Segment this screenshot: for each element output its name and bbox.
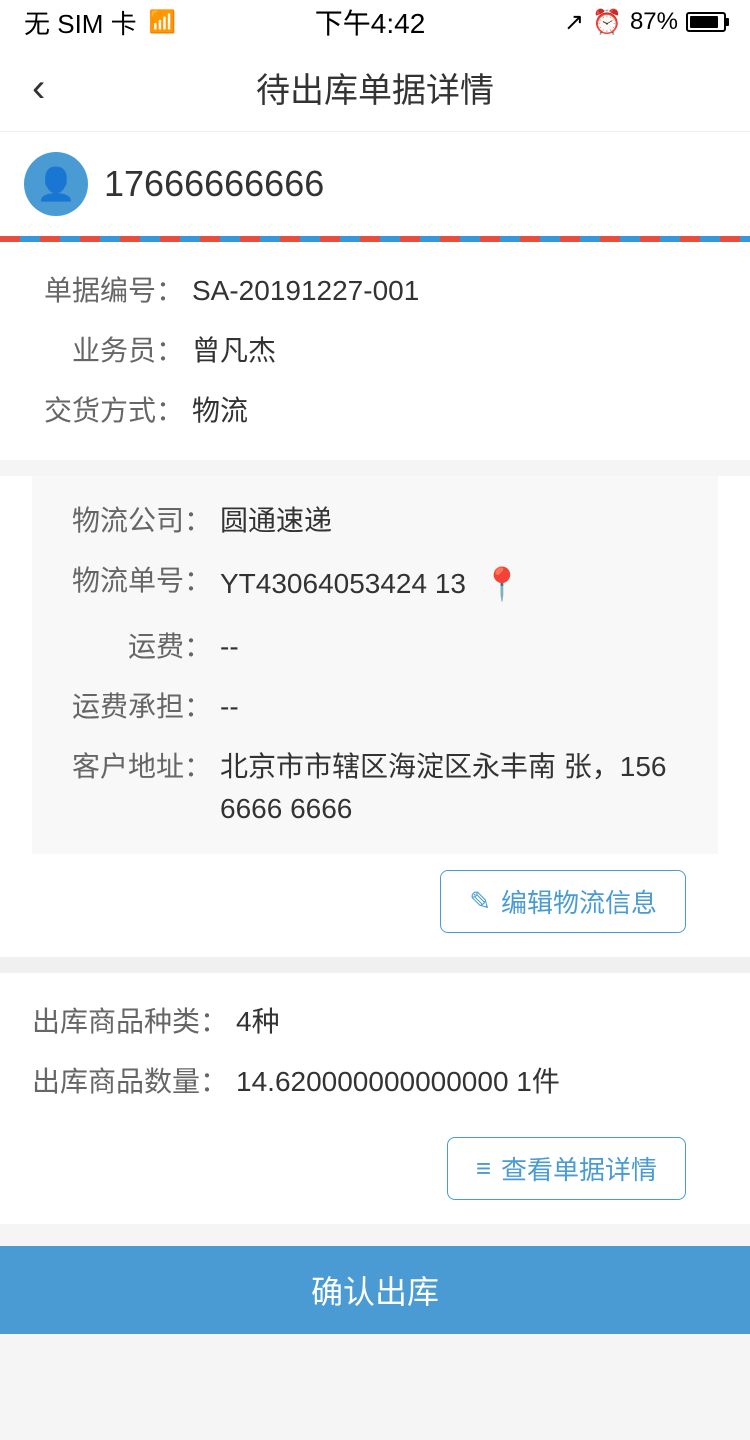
edit-icon: ✎: [469, 886, 491, 917]
confirm-button-label: 确认出库: [311, 1267, 439, 1313]
outbound-type-value: 4种: [236, 1001, 718, 1043]
wifi-icon: 📶: [149, 9, 176, 35]
delivery-method-label: 交货方式：: [32, 390, 192, 432]
freight-bearer-value: --: [220, 686, 690, 728]
salesman-value: 曾凡杰: [192, 330, 718, 372]
logistics-section: 物流公司： 圆通速递 物流单号： YT43064053424 13 📍 运费： …: [0, 476, 750, 957]
address-row: 客户地址： 北京市市辖区海淀区永丰南 张，156 6666 6666: [60, 746, 690, 830]
tracking-value: YT43064053424 13 📍: [220, 560, 690, 608]
alarm-icon: ⏰: [592, 8, 622, 37]
freight-row: 运费： --: [60, 626, 690, 668]
avatar: 👤: [24, 152, 88, 216]
edit-button-area: ✎ 编辑物流信息: [32, 854, 718, 957]
location-service-icon: ↗: [564, 8, 584, 37]
freight-bearer-label: 运费承担：: [60, 686, 220, 728]
logistics-company-value: 圆通速递: [220, 500, 690, 542]
battery-icon: [686, 12, 726, 32]
outbound-type-label: 出库商品种类：: [32, 1001, 236, 1043]
tracking-row: 物流单号： YT43064053424 13 📍: [60, 560, 690, 608]
list-icon: ≡: [476, 1153, 491, 1184]
tracking-label: 物流单号：: [60, 560, 220, 602]
address-value: 北京市市辖区海淀区永丰南 张，156 6666 6666: [220, 746, 690, 830]
confirm-button-area[interactable]: 确认出库: [0, 1246, 750, 1334]
page-title: 待出库单据详情: [256, 63, 494, 112]
basic-info-section: 单据编号： SA-20191227-001 业务员： 曾凡杰 交货方式： 物流: [0, 242, 750, 460]
status-bar: 无 SIM 卡 📶 下午4:42 ↗ ⏰ 87%: [0, 0, 750, 44]
view-button-label: 查看单据详情: [501, 1150, 657, 1187]
edit-button-label: 编辑物流信息: [501, 883, 657, 920]
battery-percent: 87%: [630, 8, 678, 36]
outbound-quantity-label: 出库商品数量：: [32, 1061, 236, 1103]
outbound-quantity-value: 14.620000000000000 1件: [236, 1061, 718, 1103]
delivery-method-value: 物流: [192, 390, 718, 432]
edit-logistics-button[interactable]: ✎ 编辑物流信息: [440, 870, 686, 933]
doc-number-value: SA-20191227-001: [192, 270, 718, 312]
salesman-row: 业务员： 曾凡杰: [32, 330, 718, 372]
section-gap-1: [0, 957, 750, 973]
back-button[interactable]: ‹: [24, 60, 53, 116]
salesman-label: 业务员：: [32, 330, 192, 372]
avatar-icon: 👤: [36, 165, 76, 203]
location-icon[interactable]: 📍: [482, 560, 522, 608]
status-bar-time: 下午4:42: [315, 2, 426, 42]
carrier-label: 无 SIM 卡: [24, 4, 137, 41]
view-detail-button[interactable]: ≡ 查看单据详情: [447, 1137, 686, 1200]
logistics-company-row: 物流公司： 圆通速递: [60, 500, 690, 542]
freight-label: 运费：: [60, 626, 220, 668]
status-bar-left: 无 SIM 卡 📶: [24, 4, 176, 41]
customer-phone: 17666666666: [104, 163, 324, 205]
doc-number-label: 单据编号：: [32, 270, 192, 312]
outbound-type-row: 出库商品种类： 4种: [32, 1001, 718, 1043]
view-button-area: ≡ 查看单据详情: [32, 1121, 718, 1224]
logistics-company-label: 物流公司：: [60, 500, 220, 542]
outbound-section: 出库商品种类： 4种 出库商品数量： 14.620000000000000 1件…: [0, 973, 750, 1224]
customer-header: 👤 17666666666: [0, 132, 750, 236]
address-label: 客户地址：: [60, 746, 220, 788]
freight-value: --: [220, 626, 690, 668]
freight-bearer-row: 运费承担： --: [60, 686, 690, 728]
outbound-quantity-row: 出库商品数量： 14.620000000000000 1件: [32, 1061, 718, 1103]
doc-number-row: 单据编号： SA-20191227-001: [32, 270, 718, 312]
status-bar-right: ↗ ⏰ 87%: [564, 8, 726, 37]
delivery-method-row: 交货方式： 物流: [32, 390, 718, 432]
nav-bar: ‹ 待出库单据详情: [0, 44, 750, 132]
